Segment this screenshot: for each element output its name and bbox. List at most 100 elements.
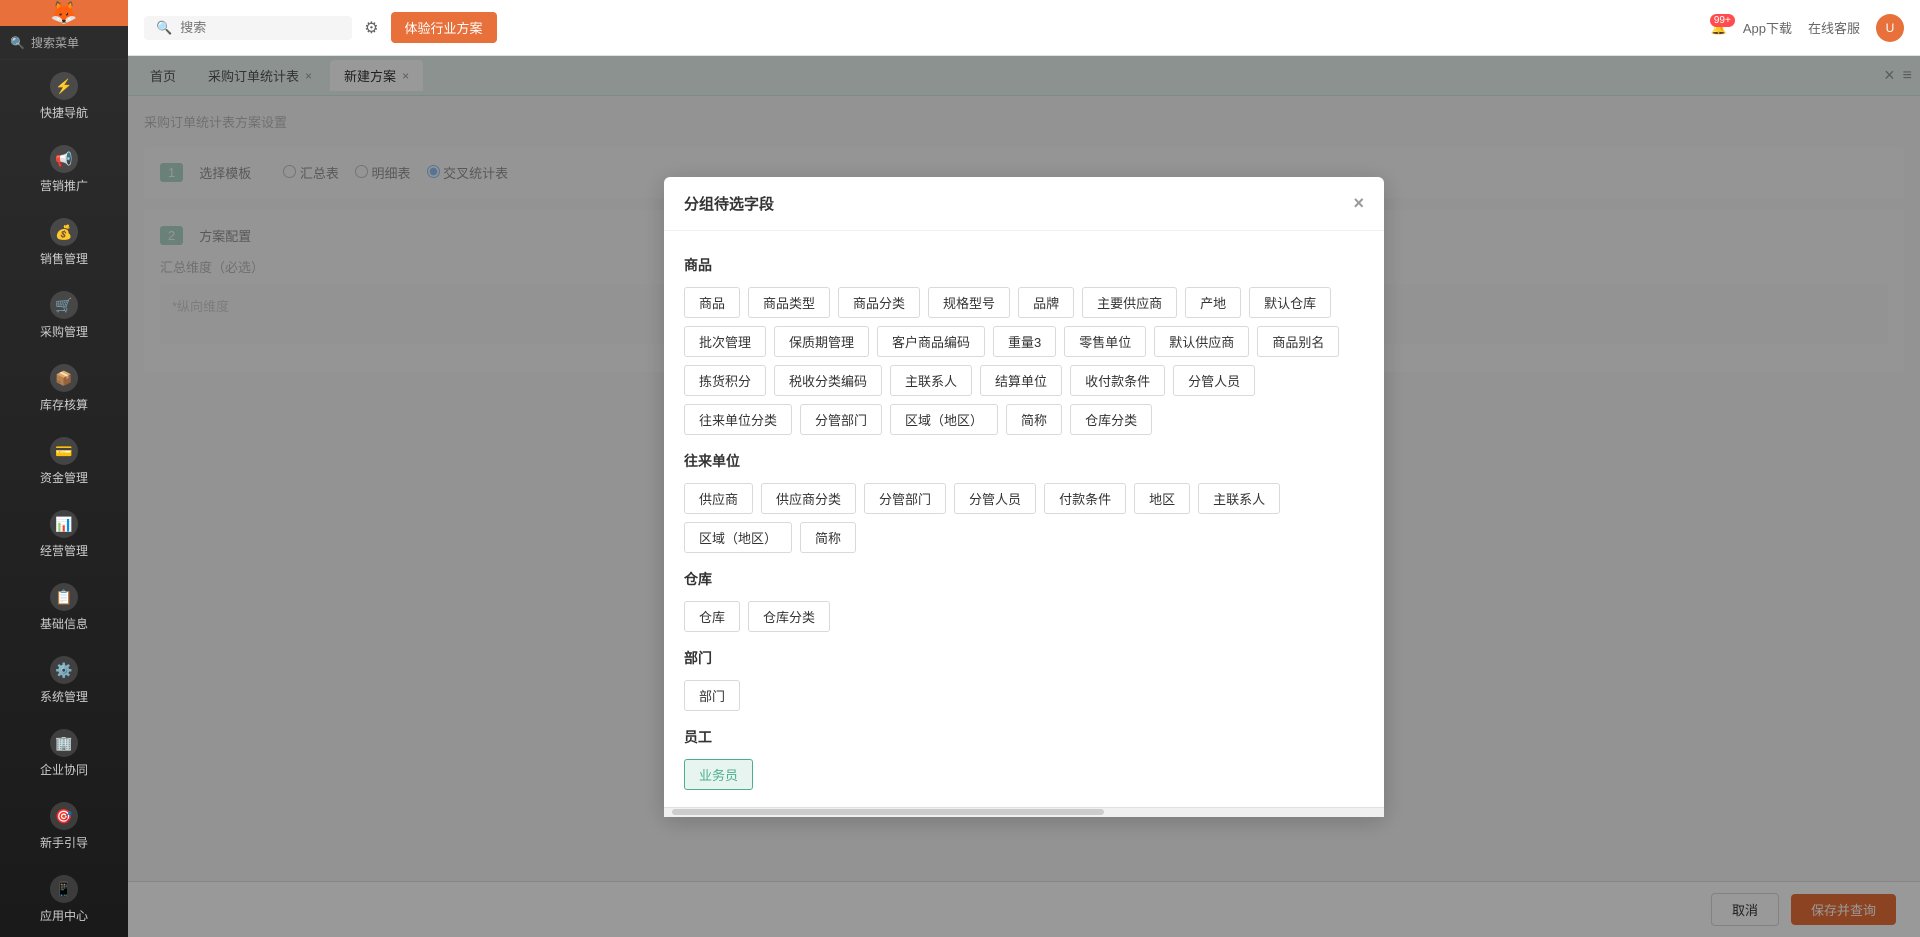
sidebar-search-btn[interactable]: 🔍 搜索菜单 xyxy=(0,26,128,60)
section-product-title: 商品 xyxy=(684,255,1364,275)
corp-icon: 🏢 xyxy=(50,729,78,757)
field-shelf-life[interactable]: 保质期管理 xyxy=(774,326,869,357)
field-product[interactable]: 商品 xyxy=(684,287,740,318)
field-dept[interactable]: 分管部门 xyxy=(864,483,946,514)
header-right: 🔔 99+ App下载 在线客服 U xyxy=(1711,14,1904,42)
finance-icon: 💳 xyxy=(50,437,78,465)
sidebar-item-label: 库存核算 xyxy=(40,396,88,413)
field-default-supplier[interactable]: 默认供应商 xyxy=(1154,326,1249,357)
sidebar-item-operations[interactable]: 📊 经营管理 xyxy=(0,498,128,571)
sidebar-item-system[interactable]: ⚙️ 系统管理 xyxy=(0,644,128,717)
sidebar-item-label: 营销推广 xyxy=(40,177,88,194)
purchase-icon: 🛒 xyxy=(50,291,78,319)
sidebar-item-label: 新手引导 xyxy=(40,834,88,851)
user-avatar[interactable]: U xyxy=(1876,14,1904,42)
field-mgmt-dept[interactable]: 分管部门 xyxy=(800,404,882,435)
sidebar-item-sales[interactable]: 💰 销售管理 xyxy=(0,206,128,279)
field-tax-code[interactable]: 税收分类编码 xyxy=(774,365,882,396)
field-product-type[interactable]: 商品类型 xyxy=(748,287,830,318)
field-short-name2[interactable]: 简称 xyxy=(800,522,856,553)
section-staff-title: 员工 xyxy=(684,727,1364,747)
inventory-icon: 📦 xyxy=(50,364,78,392)
field-origin[interactable]: 产地 xyxy=(1185,287,1241,318)
guide-icon: 🎯 xyxy=(50,802,78,830)
field-short-name[interactable]: 简称 xyxy=(1006,404,1062,435)
field-supervisor2[interactable]: 分管人员 xyxy=(954,483,1036,514)
section-warehouse-title: 仓库 xyxy=(684,569,1364,589)
field-main-supplier[interactable]: 主要供应商 xyxy=(1082,287,1177,318)
header-search-icon: 🔍 xyxy=(156,20,172,36)
field-main-contact[interactable]: 主联系人 xyxy=(890,365,972,396)
sidebar-item-label: 应用中心 xyxy=(40,907,88,924)
section-warehouse-fields: 仓库 仓库分类 xyxy=(684,601,1364,632)
modal-body: 商品 商品 商品类型 商品分类 规格型号 品牌 主要供应商 产地 默认仓库 批次… xyxy=(664,231,1384,807)
field-select-modal: 分组待选字段 × 商品 商品 商品类型 商品分类 规格型号 品牌 主要供应商 产… xyxy=(664,177,1384,817)
sidebar-item-label: 采购管理 xyxy=(40,323,88,340)
modal-overlay: 分组待选字段 × 商品 商品 商品类型 商品分类 规格型号 品牌 主要供应商 产… xyxy=(128,56,1920,937)
field-supervisor[interactable]: 分管人员 xyxy=(1173,365,1255,396)
field-wh-category[interactable]: 仓库分类 xyxy=(748,601,830,632)
modal-close-btn[interactable]: × xyxy=(1353,193,1364,214)
basic-icon: 📋 xyxy=(50,583,78,611)
field-retail-unit[interactable]: 零售单位 xyxy=(1064,326,1146,357)
field-brand[interactable]: 品牌 xyxy=(1018,287,1074,318)
sidebar-item-label: 经营管理 xyxy=(40,542,88,559)
sidebar-logo: 🦊 xyxy=(0,0,128,26)
field-pick-score[interactable]: 拣货积分 xyxy=(684,365,766,396)
field-batch-mgmt[interactable]: 批次管理 xyxy=(684,326,766,357)
section-counterparty-fields: 供应商 供应商分类 分管部门 分管人员 付款条件 地区 主联系人 区域（地区） … xyxy=(684,483,1364,553)
field-origin-unit-category[interactable]: 往来单位分类 xyxy=(684,404,792,435)
section-department-title: 部门 xyxy=(684,648,1364,668)
header: 🔍 ⚙ 体验行业方案 🔔 99+ App下载 在线客服 U xyxy=(128,0,1920,56)
experience-btn[interactable]: 体验行业方案 xyxy=(391,12,497,43)
app-download-link[interactable]: App下载 xyxy=(1743,18,1792,37)
sidebar-item-quick-nav[interactable]: ⚡ 快捷导航 xyxy=(0,60,128,133)
field-region[interactable]: 区域（地区） xyxy=(890,404,998,435)
field-dept2[interactable]: 部门 xyxy=(684,680,740,711)
field-main-contact2[interactable]: 主联系人 xyxy=(1198,483,1280,514)
field-settle-unit[interactable]: 结算单位 xyxy=(980,365,1062,396)
field-payment-terms[interactable]: 收付款条件 xyxy=(1070,365,1165,396)
field-product-category[interactable]: 商品分类 xyxy=(838,287,920,318)
field-warehouse-category[interactable]: 仓库分类 xyxy=(1070,404,1152,435)
field-region2[interactable]: 区域（地区） xyxy=(684,522,792,553)
field-wh[interactable]: 仓库 xyxy=(684,601,740,632)
search-icon: 🔍 xyxy=(10,36,25,50)
field-customer-code[interactable]: 客户商品编码 xyxy=(877,326,985,357)
logo-icon: 🦊 xyxy=(50,0,77,26)
sidebar-item-marketing[interactable]: 📢 营销推广 xyxy=(0,133,128,206)
online-service-link[interactable]: 在线客服 xyxy=(1808,18,1860,37)
field-area[interactable]: 地区 xyxy=(1134,483,1190,514)
notification-count: 99+ xyxy=(1710,14,1735,27)
sidebar-item-label: 快捷导航 xyxy=(40,104,88,121)
field-supplier[interactable]: 供应商 xyxy=(684,483,753,514)
header-search-box[interactable]: 🔍 xyxy=(144,16,352,40)
header-search-input[interactable] xyxy=(180,20,340,35)
header-gear-icon[interactable]: ⚙ xyxy=(364,18,378,38)
field-payment-cond[interactable]: 付款条件 xyxy=(1044,483,1126,514)
appcenter-icon: 📱 xyxy=(50,875,78,903)
sidebar-item-purchase[interactable]: 🛒 采购管理 xyxy=(0,279,128,352)
sidebar-item-guide[interactable]: 🎯 新手引导 xyxy=(0,790,128,863)
sidebar-item-finance[interactable]: 💳 资金管理 xyxy=(0,425,128,498)
section-staff-fields: 业务员 xyxy=(684,759,1364,790)
field-supplier-category[interactable]: 供应商分类 xyxy=(761,483,856,514)
sidebar: 🦊 🔍 搜索菜单 ⚡ 快捷导航 📢 营销推广 💰 销售管理 🛒 采购管理 📦 库… xyxy=(0,0,128,937)
sidebar-item-label: 企业协同 xyxy=(40,761,88,778)
sidebar-item-basic[interactable]: 📋 基础信息 xyxy=(0,571,128,644)
sidebar-item-appcenter[interactable]: 📱 应用中心 xyxy=(0,863,128,936)
section-product-fields: 商品 商品类型 商品分类 规格型号 品牌 主要供应商 产地 默认仓库 批次管理 … xyxy=(684,287,1364,435)
sidebar-item-corp[interactable]: 🏢 企业协同 xyxy=(0,717,128,790)
sales-icon: 💰 xyxy=(50,218,78,246)
field-salesperson[interactable]: 业务员 xyxy=(684,759,753,790)
modal-header: 分组待选字段 × xyxy=(664,177,1384,231)
section-counterparty-title: 往来单位 xyxy=(684,451,1364,471)
field-spec-type[interactable]: 规格型号 xyxy=(928,287,1010,318)
field-product-alias[interactable]: 商品别名 xyxy=(1257,326,1339,357)
modal-horizontal-scrollbar[interactable] xyxy=(664,807,1384,817)
sidebar-item-inventory[interactable]: 📦 库存核算 xyxy=(0,352,128,425)
field-weight3[interactable]: 重量3 xyxy=(993,326,1056,357)
field-default-warehouse[interactable]: 默认仓库 xyxy=(1249,287,1331,318)
sidebar-item-label: 资金管理 xyxy=(40,469,88,486)
notification-badge[interactable]: 🔔 99+ xyxy=(1711,20,1727,36)
